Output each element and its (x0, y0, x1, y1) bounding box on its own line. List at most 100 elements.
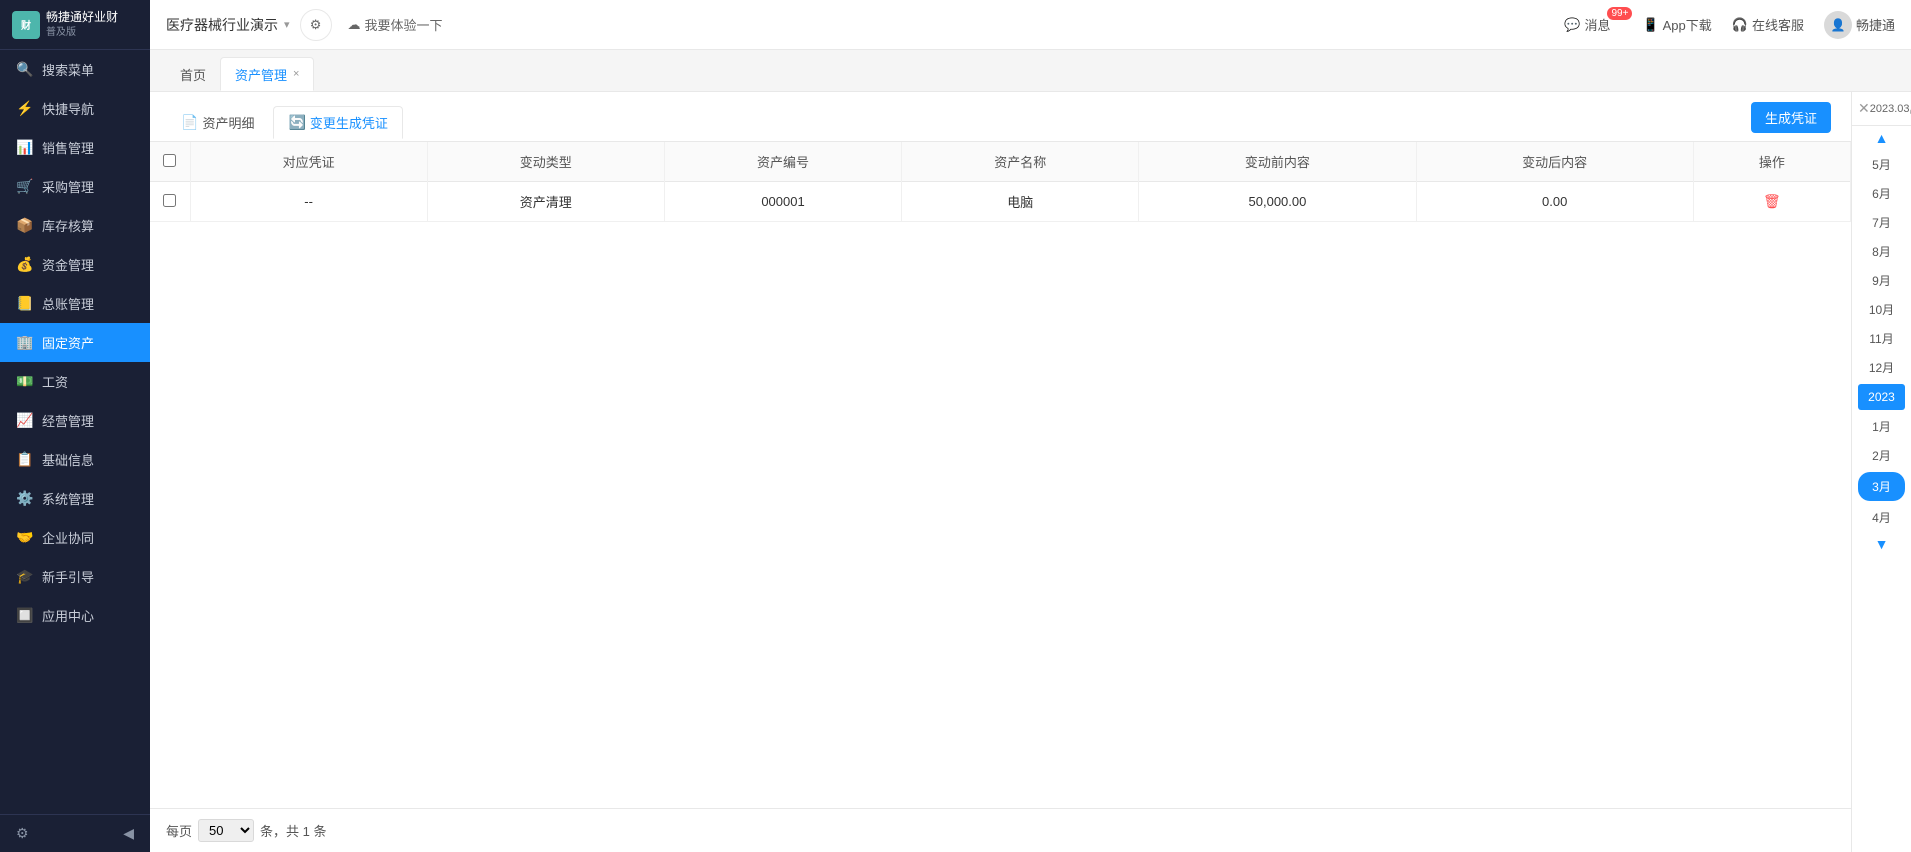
subtabs-bar: 📄 资产明细 🔄 变更生成凭证 生成凭证 (150, 92, 1851, 142)
system-icon: ⚙️ (16, 490, 34, 508)
sidebar-item-label-payroll: 工资 (42, 372, 68, 391)
sidebar-item-operations[interactable]: 📈 经营管理 (0, 401, 150, 440)
topbar-right: 💬 消息 99+ 📱 App下载 🎧 在线客服 👤 畅捷通 (1564, 11, 1895, 39)
messages-button[interactable]: 💬 消息 99+ (1564, 15, 1622, 34)
th-before: 变动前内容 (1139, 142, 1416, 182)
th-num: 资产编号 (664, 142, 901, 182)
asset-panel: 📄 资产明细 🔄 变更生成凭证 生成凭证 对应凭证变动类型资产编号资产名称变动前… (150, 92, 1851, 852)
settings-button[interactable]: ⚙ (300, 9, 332, 41)
calendar-scroll-up[interactable]: ▲ (1871, 126, 1893, 150)
table-row: -- 资产清理 000001 电脑 50,000.00 0.00 🗑 (150, 182, 1851, 222)
calendar-month-10月[interactable]: 10月 (1852, 295, 1911, 324)
app-download-label: App下载 (1663, 15, 1712, 34)
messages-label: 消息 (1584, 15, 1610, 34)
quick-nav-icon: ⚡ (16, 100, 34, 118)
inventory-icon: 📦 (16, 217, 34, 235)
generate-voucher-button[interactable]: 生成凭证 (1751, 102, 1831, 133)
per-page-select[interactable]: 102050100 (198, 819, 254, 842)
sidebar-item-label-operations: 经营管理 (42, 411, 94, 430)
subtab-asset-list[interactable]: 📄 资产明细 (166, 106, 269, 138)
sidebar-item-inventory[interactable]: 📦 库存核算 (0, 206, 150, 245)
sidebar-item-assets[interactable]: 🏢 固定资产 (0, 323, 150, 362)
sidebar-item-label-assets: 固定资产 (42, 333, 94, 352)
collapse-icon[interactable]: ◀ (123, 825, 134, 842)
app-download-button[interactable]: 📱 App下载 (1642, 15, 1711, 34)
table-container: 对应凭证变动类型资产编号资产名称变动前内容变动后内容操作 -- 资产清理 000… (150, 142, 1851, 808)
sidebar-item-label-ledger: 总账管理 (42, 294, 94, 313)
calendar-month-2023-4月[interactable]: 4月 (1852, 503, 1911, 532)
sidebar-item-label-funds: 资金管理 (42, 255, 94, 274)
tab-home[interactable]: 首页 (166, 57, 220, 91)
sidebar-item-app-center[interactable]: 🔲 应用中心 (0, 596, 150, 635)
sidebar-item-coop[interactable]: 🤝 企业协同 (0, 518, 150, 557)
calendar-year-label: 2023.03 (1870, 103, 1910, 115)
user-label: 畅捷通 (1856, 15, 1895, 34)
calendar-month-2023-3月[interactable]: 3月 (1858, 472, 1905, 501)
per-page-label: 每页 (166, 821, 192, 840)
subtab-change-voucher[interactable]: 🔄 变更生成凭证 (273, 106, 402, 139)
calendar-scroll-down[interactable]: ▼ (1871, 532, 1893, 556)
settings-icon[interactable]: ⚙ (16, 825, 29, 842)
guide-icon: 🎓 (16, 568, 34, 586)
tab-close-assets[interactable]: × (293, 68, 299, 80)
funds-icon: 💰 (16, 256, 34, 274)
calendar-month-6月[interactable]: 6月 (1852, 179, 1911, 208)
sidebar-item-purchase[interactable]: 🛒 采购管理 (0, 167, 150, 206)
tab-label-home: 首页 (180, 65, 206, 84)
content-area: 📄 资产明细 🔄 变更生成凭证 生成凭证 对应凭证变动类型资产编号资产名称变动前… (150, 92, 1911, 852)
sidebar-item-ledger[interactable]: 📒 总账管理 (0, 284, 150, 323)
calendar-months: ▲5月6月7月8月9月10月11月12月20231月2月3月4月▼ (1852, 126, 1911, 556)
calendar-month-5月[interactable]: 5月 (1852, 150, 1911, 179)
calendar-month-7月[interactable]: 7月 (1852, 208, 1911, 237)
logo: 财 畅捷通好业财 普及版 (0, 0, 150, 50)
sidebar-item-label-search: 搜索菜单 (42, 60, 94, 79)
sidebar-item-search[interactable]: 🔍 搜索菜单 (0, 50, 150, 89)
sidebar-item-label-system: 系统管理 (42, 489, 94, 508)
customer-service-button[interactable]: 🎧 在线客服 (1732, 15, 1804, 34)
sidebar-item-quick-nav[interactable]: ⚡ 快捷导航 (0, 89, 150, 128)
phone-icon: 📱 (1642, 17, 1658, 33)
logo-subtitle: 普及版 (46, 26, 118, 39)
tab-assets[interactable]: 资产管理 × (220, 57, 314, 91)
sidebar-item-base-info[interactable]: 📋 基础信息 (0, 440, 150, 479)
calendar-month-9月[interactable]: 9月 (1852, 266, 1911, 295)
calendar-month-2023-2月[interactable]: 2月 (1852, 441, 1911, 470)
logo-icon: 财 (12, 11, 40, 39)
row-select-0[interactable] (150, 182, 190, 222)
operations-icon: 📈 (16, 412, 34, 430)
subtab-icon-change-voucher: 🔄 (288, 114, 305, 131)
sidebar-item-label-quick-nav: 快捷导航 (42, 99, 94, 118)
sidebar-item-sales[interactable]: 📊 销售管理 (0, 128, 150, 167)
main-content: 医疗器械行业演示 ▾ ⚙ ☁ 我要体验一下 💬 消息 99+ 📱 App下载 🎧… (150, 0, 1911, 852)
select-all-checkbox[interactable] (163, 154, 176, 167)
ledger-icon: 📒 (16, 295, 34, 313)
headset-icon: 🎧 (1732, 17, 1748, 33)
sidebar-menu: 🔍 搜索菜单 ⚡ 快捷导航 📊 销售管理 🛒 采购管理 📦 库存核算 💰 资金管… (0, 50, 150, 814)
company-name: 医疗器械行业演示 (166, 15, 278, 35)
sidebar-item-payroll[interactable]: 💵 工资 (0, 362, 150, 401)
calendar-year-2023[interactable]: 2023 (1858, 384, 1905, 410)
delete-button-0[interactable]: 🗑 (1763, 193, 1781, 209)
calendar-header: ✕ 2023.03 ⤢ (1852, 92, 1911, 126)
calendar-month-2023-1月[interactable]: 1月 (1852, 412, 1911, 441)
user-menu[interactable]: 👤 畅捷通 (1824, 11, 1895, 39)
sidebar-item-label-purchase: 采购管理 (42, 177, 94, 196)
th-after: 变动后内容 (1416, 142, 1693, 182)
sidebar-item-label-app-center: 应用中心 (42, 606, 94, 625)
company-selector[interactable]: 医疗器械行业演示 ▾ (166, 15, 290, 35)
experience-button[interactable]: ☁ 我要体验一下 (348, 15, 443, 34)
calendar-close-button[interactable]: ✕ (1858, 100, 1870, 117)
sidebar-item-label-coop: 企业协同 (42, 528, 94, 547)
row-type-0: 资产清理 (427, 182, 664, 222)
sidebar-item-guide[interactable]: 🎓 新手引导 (0, 557, 150, 596)
sidebar-item-funds[interactable]: 💰 资金管理 (0, 245, 150, 284)
logo-title: 畅捷通好业财 (46, 10, 118, 26)
search-icon: 🔍 (16, 61, 34, 79)
calendar-panel: ✕ 2023.03 ⤢ ▲5月6月7月8月9月10月11月12月20231月2月… (1851, 92, 1911, 852)
sidebar-item-system[interactable]: ⚙️ 系统管理 (0, 479, 150, 518)
calendar-month-11月[interactable]: 11月 (1852, 324, 1911, 353)
subtab-icon-asset-list: 📄 (181, 114, 198, 131)
tab-label-assets: 资产管理 (235, 65, 287, 84)
calendar-month-12月[interactable]: 12月 (1852, 353, 1911, 382)
calendar-month-8月[interactable]: 8月 (1852, 237, 1911, 266)
